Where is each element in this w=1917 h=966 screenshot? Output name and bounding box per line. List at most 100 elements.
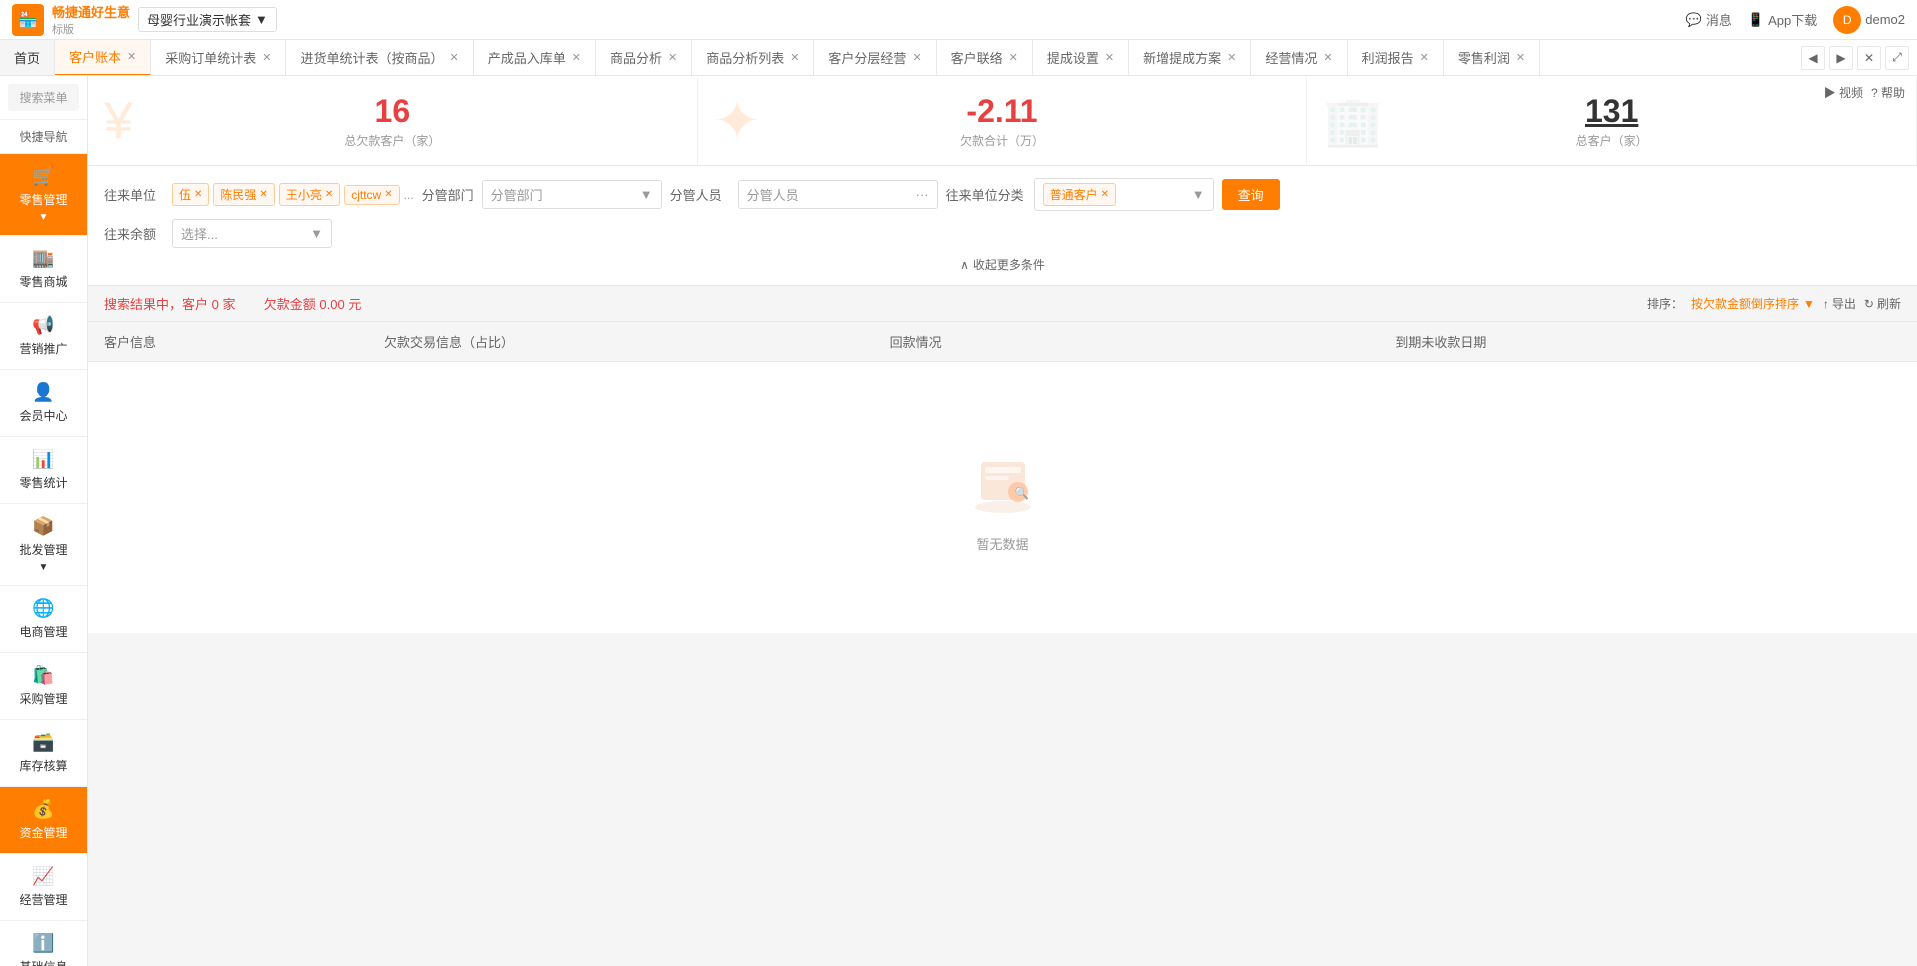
tab-close-all[interactable]: ✕ — [1857, 46, 1881, 70]
filter-tag-wu[interactable]: 伍 ✕ — [172, 183, 209, 206]
tab-product-analysis[interactable]: 商品分析 ✕ — [596, 40, 692, 76]
empty-illustration: 🔍 — [963, 442, 1043, 522]
chevron-down-icon: ▼ — [640, 187, 653, 202]
sort-select[interactable]: 按欠款金额倒序排序 ▼ — [1691, 295, 1815, 312]
tab-profit-report[interactable]: 利润报告 ✕ — [1348, 40, 1444, 76]
tab-close-icon[interactable]: ✕ — [1323, 51, 1332, 64]
tab-close-icon[interactable]: ✕ — [912, 51, 921, 64]
tab-close-icon[interactable]: ✕ — [572, 51, 581, 64]
table-empty-state: 🔍 暂无数据 — [88, 362, 1917, 633]
search-menu-button[interactable]: 搜索菜单 — [8, 84, 79, 111]
category-tag[interactable]: 普通客户 ✕ — [1043, 183, 1116, 206]
filter-more-btn[interactable]: ... — [404, 188, 414, 202]
sidebar-item-retail-stats[interactable]: 📊 零售统计 — [0, 437, 87, 504]
tab-product-analysis-list[interactable]: 商品分析列表 ✕ — [692, 40, 814, 76]
table-header: 客户信息 欠款交易信息（占比） 回款情况 到期未收款日期 — [88, 322, 1917, 362]
account-selector[interactable]: 母婴行业演示帐套 ▼ — [138, 7, 277, 32]
sidebar-item-marketing[interactable]: 📢 营销推广 — [0, 303, 87, 370]
sidebar-item-member[interactable]: 👤 会员中心 — [0, 370, 87, 437]
sidebar-item-basic-info[interactable]: ℹ️ 基础信息 — [0, 921, 87, 966]
tab-close-icon[interactable]: ✕ — [1516, 51, 1525, 64]
tab-left-arrow[interactable]: ◀ — [1801, 46, 1825, 70]
person-filter-select[interactable]: 分管人员 ··· — [738, 180, 938, 209]
stats-bar: ¥ 16 总欠款客户（家） ✦ -2.11 欠款合计（万） 🏢 — [88, 76, 1917, 166]
stats-help-area: ▶ 视频 ? 帮助 — [1824, 84, 1905, 101]
tab-add-commission[interactable]: 新增提成方案 ✕ — [1129, 40, 1251, 76]
tab-inbound-stats[interactable]: 进货单统计表（按商品） ✕ — [286, 40, 473, 76]
sidebar-item-purchase[interactable]: 🛍️ 采购管理 — [0, 653, 87, 720]
export-button[interactable]: ↑ 导出 — [1823, 295, 1856, 312]
tag-close-icon[interactable]: ✕ — [384, 189, 392, 200]
tab-close-icon[interactable]: ✕ — [450, 51, 459, 64]
ecommerce-icon: 🌐 — [32, 598, 54, 619]
tab-customer-ledger[interactable]: 客户账本 ✕ — [55, 40, 151, 76]
tab-production-inbound[interactable]: 产成品入库单 ✕ — [474, 40, 596, 76]
tag-close-icon[interactable]: ✕ — [194, 189, 202, 200]
sidebar-search-area: 搜索菜单 — [0, 76, 87, 120]
purchase-icon: 🛍️ — [32, 665, 54, 686]
tab-close-icon[interactable]: ✕ — [262, 51, 271, 64]
filter-tag-cjttcw[interactable]: cjttcw ✕ — [344, 185, 399, 205]
tag-close-icon[interactable]: ✕ — [325, 189, 333, 200]
chevron-down-icon: ··· — [916, 187, 929, 202]
chevron-up-icon: ∧ — [960, 258, 969, 272]
sidebar-item-wholesale[interactable]: 📦 批发管理 ▼ — [0, 504, 87, 586]
logo-text: 畅捷通好生意 标版 — [52, 2, 130, 37]
filter-tag-chen[interactable]: 陈民强 ✕ — [213, 183, 274, 206]
stat-content-1: 16 总欠款客户（家） — [344, 93, 440, 149]
message-button[interactable]: 💬 消息 — [1686, 10, 1732, 29]
help-btn[interactable]: ? 帮助 — [1871, 84, 1905, 101]
logo-area: 🏪 畅捷通好生意 标版 母婴行业演示帐套 ▼ — [12, 2, 277, 37]
tab-close-icon[interactable]: ✕ — [790, 51, 799, 64]
dept-filter-select[interactable]: 分管部门 ▼ — [482, 180, 662, 209]
filter-row-2: 往来余额 选择... ▼ — [104, 219, 1901, 248]
tab-close-icon[interactable]: ✕ — [1227, 51, 1236, 64]
query-button[interactable]: 查询 — [1222, 179, 1280, 210]
nav-tabs: 首页 客户账本 ✕ 采购订单统计表 ✕ 进货单统计表（按商品） ✕ 产成品入库单… — [0, 40, 1917, 76]
content-area: ¥ 16 总欠款客户（家） ✦ -2.11 欠款合计（万） 🏢 — [88, 76, 1917, 966]
tab-customer-tier[interactable]: 客户分层经营 ✕ — [814, 40, 936, 76]
video-help-btn[interactable]: ▶ 视频 — [1824, 84, 1863, 101]
sidebar-item-retail-mgmt[interactable]: 🛒 零售管理 ▼ — [0, 154, 87, 236]
user-menu[interactable]: D demo2 — [1833, 6, 1905, 34]
col-customer-info: 客户信息 — [104, 332, 384, 351]
tab-expand[interactable]: ⤢ — [1885, 46, 1909, 70]
tab-customer-contact[interactable]: 客户联络 ✕ — [937, 40, 1033, 76]
tab-home[interactable]: 首页 — [0, 40, 55, 76]
sidebar-quick-nav[interactable]: 快捷导航 — [0, 120, 87, 154]
data-table: 客户信息 欠款交易信息（占比） 回款情况 到期未收款日期 🔍 暂无数据 — [88, 322, 1917, 633]
sidebar-item-ecommerce[interactable]: 🌐 电商管理 — [0, 586, 87, 653]
app-download-button[interactable]: 📱 App下载 — [1748, 10, 1817, 29]
tag-close-icon[interactable]: ✕ — [1101, 189, 1109, 200]
tab-retail-profit[interactable]: 零售利润 ✕ — [1444, 40, 1540, 76]
tab-right-arrow[interactable]: ▶ — [1829, 46, 1853, 70]
video-icon: ▶ — [1824, 86, 1836, 100]
sidebar-item-retail-mall[interactable]: 🏬 零售商城 — [0, 236, 87, 303]
tab-close-icon[interactable]: ✕ — [1009, 51, 1018, 64]
stat-value-debt: -2.11 — [960, 93, 1044, 130]
tag-close-icon[interactable]: ✕ — [259, 189, 267, 200]
tab-commission-settings[interactable]: 提成设置 ✕ — [1033, 40, 1129, 76]
col-due-date: 到期未收款日期 — [1395, 332, 1901, 351]
sidebar-item-operations-mgmt[interactable]: 📈 经营管理 — [0, 854, 87, 921]
category-filter-select[interactable]: 普通客户 ✕ ▼ — [1034, 178, 1214, 211]
tab-close-icon[interactable]: ✕ — [127, 50, 136, 63]
result-actions: 排序： 按欠款金额倒序排序 ▼ ↑ 导出 ↻ 刷新 — [1647, 295, 1901, 312]
refresh-button[interactable]: ↻ 刷新 — [1864, 295, 1901, 312]
chevron-down-icon: ▼ — [1192, 187, 1205, 202]
message-icon: 💬 — [1686, 12, 1702, 28]
sidebar-item-inventory[interactable]: 🗃️ 库存核算 — [0, 720, 87, 787]
sidebar-item-finance[interactable]: 💰 资金管理 — [0, 787, 87, 854]
tab-close-icon[interactable]: ✕ — [668, 51, 677, 64]
tab-purchase-order[interactable]: 采购订单统计表 ✕ — [151, 40, 286, 76]
operations-icon: 📈 — [32, 866, 54, 887]
balance-filter-label: 往来余额 — [104, 224, 164, 243]
collapse-button[interactable]: ∧ 收起更多条件 — [104, 256, 1901, 273]
tab-close-icon[interactable]: ✕ — [1105, 51, 1114, 64]
balance-filter-select[interactable]: 选择... ▼ — [172, 219, 332, 248]
tab-close-icon[interactable]: ✕ — [1420, 51, 1429, 64]
stat-bg-icon-3: 🏢 — [1323, 92, 1383, 149]
filter-tag-wang[interactable]: 王小亮 ✕ — [279, 183, 340, 206]
empty-label: 暂无数据 — [976, 534, 1028, 553]
tab-operations[interactable]: 经营情况 ✕ — [1251, 40, 1347, 76]
